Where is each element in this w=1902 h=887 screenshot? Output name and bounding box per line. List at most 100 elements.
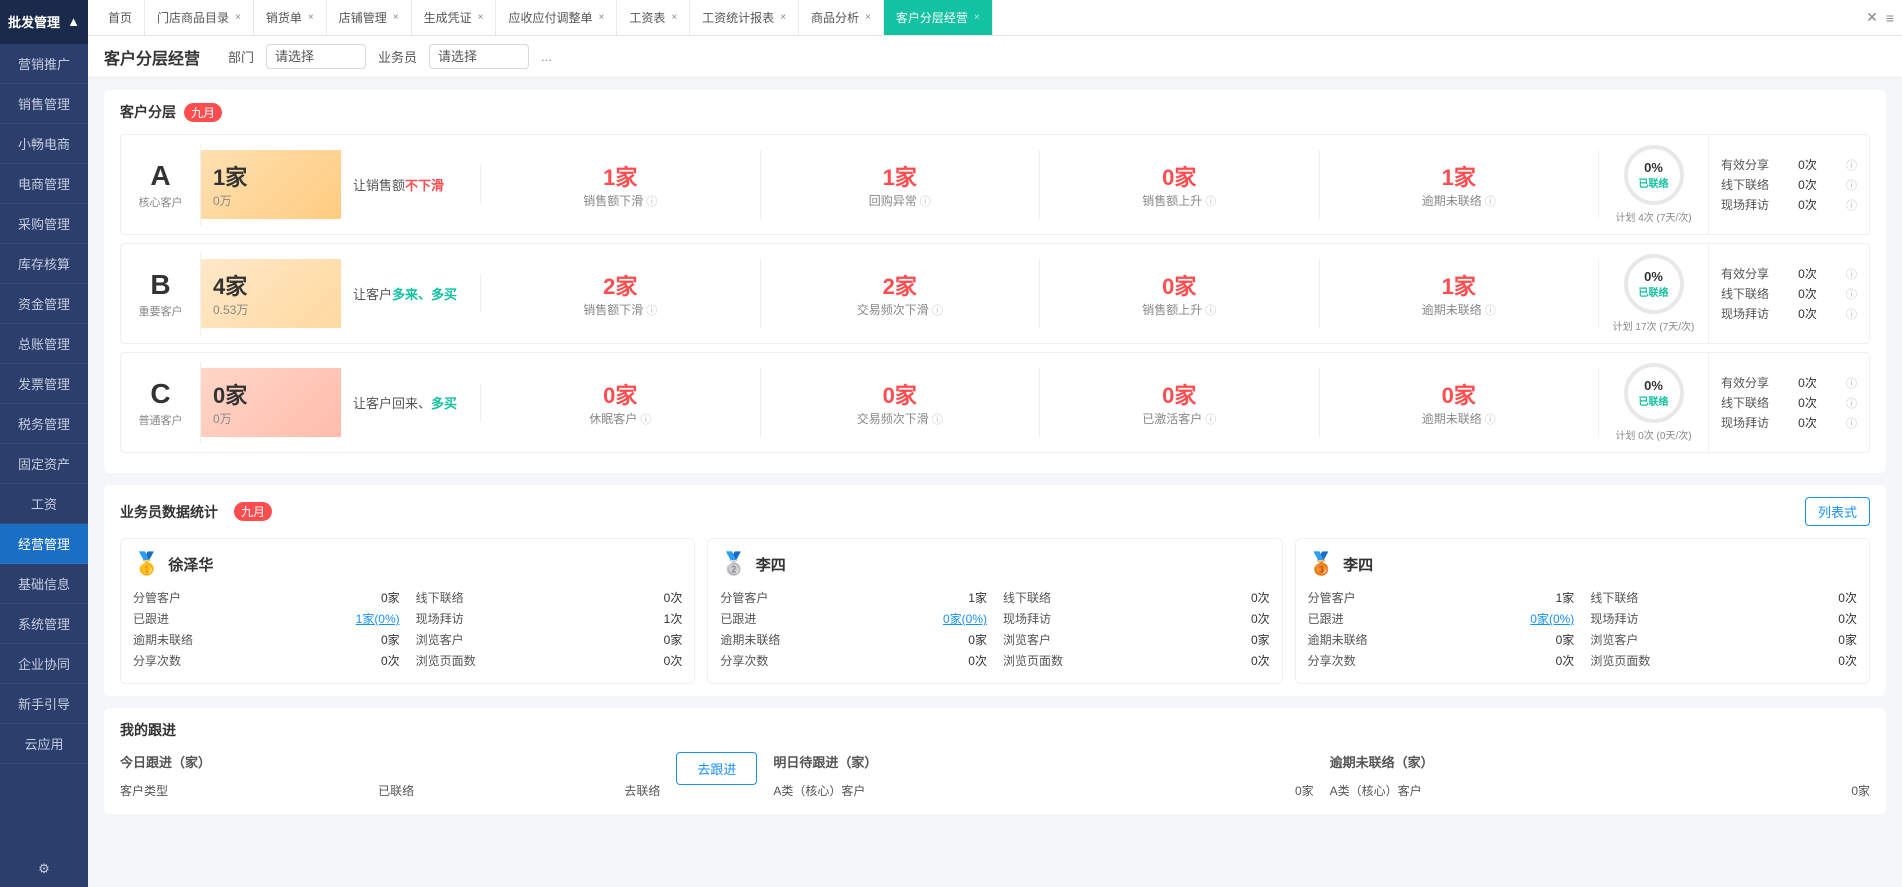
tab-工资统计报表[interactable]: 工资统计报表× [690,0,799,36]
tab-close-应收应付调整单[interactable]: × [598,12,604,23]
staff-stat-row: 现场拜访0次 [1590,608,1857,629]
dept-select[interactable]: 请选择 [266,44,366,69]
sidebar-item-系统管理[interactable]: 系统管理 [0,604,88,644]
tab-工资表[interactable]: 工资表× [617,0,690,36]
sidebar-item-销售管理[interactable]: 销售管理 [0,84,88,124]
right-stat-val: 0次 [1798,414,1817,431]
sidebar-item-资金管理[interactable]: 资金管理 [0,284,88,324]
tab-close-门店商品目录[interactable]: × [235,12,241,23]
tab-close-商品分析[interactable]: × [865,12,871,23]
right-stat-val: 0次 [1798,374,1817,391]
sidebar-item-新手引导[interactable]: 新手引导 [0,684,88,724]
right-stat-label: 线下联络 [1721,285,1769,302]
tab-close-店铺管理[interactable]: × [393,12,399,23]
tab-店铺管理[interactable]: 店铺管理× [327,0,412,36]
sidebar-item-小畅电商[interactable]: 小畅电商 [0,124,88,164]
sidebar-settings[interactable]: ⚙ [0,851,88,887]
info-icon[interactable]: ⓘ [932,302,943,318]
staff-stats-right: 线下联络0次现场拜访1次浏览客户0家浏览页面数0次 [416,587,683,671]
tier-stat-label: 销售额上升 ⓘ [1142,301,1216,318]
sidebar-item-企业协同[interactable]: 企业协同 [0,644,88,684]
tier-stat-label: 销售额上升 ⓘ [1142,192,1216,209]
staff-stat-row: 分享次数0次 [720,650,987,671]
info-icon[interactable]: ⓘ [1205,302,1216,318]
tier-stat-num: 1家 [1442,269,1476,301]
list-view-button[interactable]: 列表式 [1805,497,1870,526]
tab-close-销货单[interactable]: × [308,12,314,23]
info-icon[interactable]: ⓘ [1846,197,1857,213]
right-stat-val: 0次 [1798,265,1817,282]
sidebar-item-经营管理[interactable]: 经营管理 [0,524,88,564]
tier-action-C: 让客户回来、多买 [341,383,481,422]
info-icon[interactable]: ⓘ [1846,177,1857,193]
staff-select[interactable]: 请选择 [429,44,529,69]
tier-stat-B-2: 0家销售额上升 ⓘ [1040,259,1320,328]
tier-row-A: A核心客户1家0万让销售额不下滑1家销售额下滑 ⓘ1家回购异常 ⓘ0家销售额上升… [120,134,1870,235]
tab-销货单[interactable]: 销货单× [254,0,327,36]
tab-close-icon[interactable]: ✕ [1866,9,1878,26]
info-icon[interactable]: ⓘ [646,193,657,209]
tab-商品分析[interactable]: 商品分析× [799,0,884,36]
sidebar-item-电商管理[interactable]: 电商管理 [0,164,88,204]
info-icon[interactable]: ⓘ [1205,193,1216,209]
info-icon[interactable]: ⓘ [1846,395,1857,411]
info-icon[interactable]: ⓘ [1205,411,1216,427]
staff-stat-val[interactable]: 0家(0%) [943,610,987,627]
staff-stat-val[interactable]: 0家(0%) [1530,610,1574,627]
tier-stat-label: 回购异常 ⓘ [869,192,931,209]
customer-section: 客户分层 九月 A核心客户1家0万让销售额不下滑1家销售额下滑 ⓘ1家回购异常 … [104,90,1886,473]
tab-生成凭证[interactable]: 生成凭证× [412,0,497,36]
tier-stat-num: 0家 [603,378,637,410]
goto-follow-button[interactable]: 去跟进 [676,752,757,785]
info-icon[interactable]: ⓘ [1485,302,1496,318]
tab-首页[interactable]: 首页 [96,0,145,36]
tab-close-工资统计报表[interactable]: × [780,12,786,23]
tab-menu-icon[interactable]: ≡ [1886,10,1894,26]
tomorrow-col: 明日待跟进（家） A类（核心）客户 0家 [773,752,1313,802]
sidebar-header[interactable]: 批发管理 ▲ [0,0,88,44]
staff-stat-val: 0家 [1251,631,1270,648]
sidebar-item-营销推广[interactable]: 营销推广 [0,44,88,84]
follow-grid: 今日跟进（家） 客户类型 已联络 去联络 去跟进 明日待跟进（家） A类（核心）… [120,752,1870,802]
tier-stat-C-3: 0家逾期未联络 ⓘ [1320,368,1600,437]
info-icon[interactable]: ⓘ [1846,266,1857,282]
sidebar-item-工资[interactable]: 工资 [0,484,88,524]
sidebar-item-固定资产[interactable]: 固定资产 [0,444,88,484]
filter-more[interactable]: ... [541,49,552,64]
staff-stat-val[interactable]: 1家(0%) [356,610,400,627]
sidebar-item-库存核算[interactable]: 库存核算 [0,244,88,284]
staff-stat-val: 0家 [1838,631,1857,648]
info-icon[interactable]: ⓘ [1846,286,1857,302]
info-icon[interactable]: ⓘ [932,411,943,427]
info-icon[interactable]: ⓘ [1485,193,1496,209]
tab-close-工资表[interactable]: × [671,12,677,23]
tab-close-客户分层经营[interactable]: × [974,12,980,23]
tabs-container: 首页门店商品目录×销货单×店铺管理×生成凭证×应收应付调整单×工资表×工资统计报… [96,0,1866,36]
info-icon[interactable]: ⓘ [646,302,657,318]
info-icon[interactable]: ⓘ [1485,411,1496,427]
staff-name: 李四 [756,554,786,575]
sidebar-item-税务管理[interactable]: 税务管理 [0,404,88,444]
sidebar-item-总账管理[interactable]: 总账管理 [0,324,88,364]
tab-门店商品目录[interactable]: 门店商品目录× [145,0,254,36]
info-icon[interactable]: ⓘ [1846,157,1857,173]
sidebar-item-采购管理[interactable]: 采购管理 [0,204,88,244]
sidebar-item-发票管理[interactable]: 发票管理 [0,364,88,404]
tab-客户分层经营[interactable]: 客户分层经营× [884,0,993,36]
follow-section: 我的跟进 今日跟进（家） 客户类型 已联络 去联络 去跟进 明日待跟进（家） [104,708,1886,814]
right-stat-label: 有效分享 [1721,265,1769,282]
follow-row: 客户类型 已联络 去联络 [120,779,660,802]
sidebar-item-基础信息[interactable]: 基础信息 [0,564,88,604]
sidebar-item-云应用[interactable]: 云应用 [0,724,88,764]
info-icon[interactable]: ⓘ [1846,375,1857,391]
tier-count-num: 4家 [213,269,329,301]
info-icon[interactable]: ⓘ [920,193,931,209]
staff-stat-val: 1家 [968,589,987,606]
info-icon[interactable]: ⓘ [1846,415,1857,431]
staff-stat-row: 线下联络0次 [416,587,683,608]
sidebar-toggle-icon[interactable]: ▲ [67,14,80,29]
info-icon[interactable]: ⓘ [640,411,651,427]
tab-应收应付调整单[interactable]: 应收应付调整单× [496,0,617,36]
info-icon[interactable]: ⓘ [1846,306,1857,322]
tab-close-生成凭证[interactable]: × [478,12,484,23]
